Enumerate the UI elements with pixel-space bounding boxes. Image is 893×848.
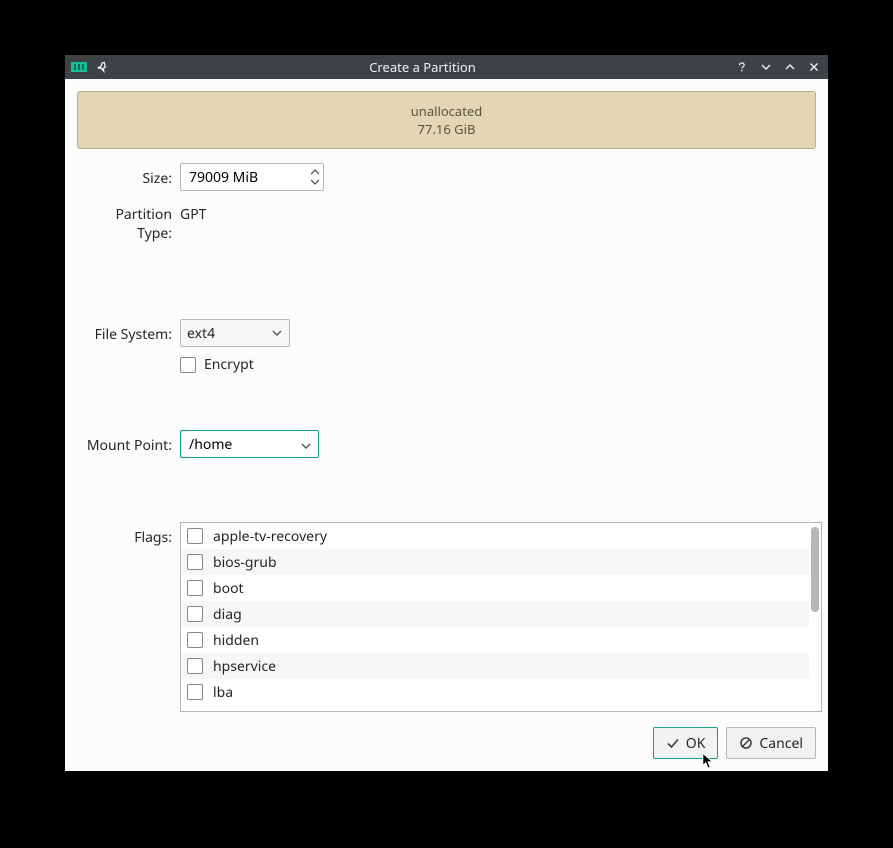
size-step-up[interactable] <box>309 167 321 177</box>
check-icon <box>666 736 680 750</box>
help-icon[interactable] <box>734 59 750 75</box>
dialog-footer: OK Cancel <box>653 727 816 759</box>
pin-icon[interactable] <box>95 59 111 75</box>
chevron-down-icon <box>271 327 283 339</box>
encrypt-checkbox[interactable] <box>180 357 196 373</box>
flag-checkbox[interactable] <box>187 528 203 544</box>
flag-item[interactable]: lba <box>181 679 809 705</box>
maximize-icon[interactable] <box>782 59 798 75</box>
cancel-icon <box>739 736 753 750</box>
create-partition-dialog: Create a Partition <box>65 55 828 771</box>
size-label: Size: <box>77 163 172 188</box>
flags-scrollbar[interactable] <box>811 527 819 612</box>
flag-label: lba <box>213 683 233 702</box>
encrypt-row: Encrypt <box>180 355 822 374</box>
flag-checkbox[interactable] <box>187 632 203 648</box>
flag-label: apple-tv-recovery <box>213 527 327 546</box>
flag-checkbox[interactable] <box>187 580 203 596</box>
flag-label: bios-grub <box>213 553 277 572</box>
flags-list: apple-tv-recovery bios-grub boot di <box>181 523 809 711</box>
flag-checkbox[interactable] <box>187 606 203 622</box>
size-spinbox[interactable] <box>180 163 324 191</box>
flag-item[interactable]: apple-tv-recovery <box>181 523 809 549</box>
minimize-icon[interactable] <box>758 59 774 75</box>
flags-label: Flags: <box>77 522 172 547</box>
partition-type-label: Partition Type: <box>77 199 172 243</box>
flags-listbox: apple-tv-recovery bios-grub boot di <box>180 522 822 712</box>
cancel-button[interactable]: Cancel <box>726 727 816 759</box>
window-title: Create a Partition <box>111 58 734 76</box>
cancel-button-label: Cancel <box>759 734 803 753</box>
partition-bar-size: 77.16 GiB <box>418 120 476 138</box>
size-spinner <box>309 167 321 187</box>
flag-item[interactable]: bios-grub <box>181 549 809 575</box>
flag-label: diag <box>213 605 242 624</box>
filesystem-value: ext4 <box>187 324 271 343</box>
flag-label: hidden <box>213 631 259 650</box>
dialog-body: unallocated 77.16 GiB Size: <box>65 79 828 724</box>
partition-bar-label: unallocated <box>411 102 483 120</box>
filesystem-label: File System: <box>77 319 172 344</box>
close-icon[interactable] <box>806 59 822 75</box>
partition-bar: unallocated 77.16 GiB <box>77 91 816 149</box>
mount-point-label: Mount Point: <box>77 430 172 455</box>
flag-item[interactable]: diag <box>181 601 809 627</box>
flag-item[interactable]: boot <box>181 575 809 601</box>
flag-label: boot <box>213 579 244 598</box>
size-input[interactable] <box>187 167 281 188</box>
flag-item[interactable]: hpservice <box>181 653 809 679</box>
chevron-down-icon[interactable] <box>301 435 312 454</box>
flag-label: hpservice <box>213 657 276 676</box>
partition-form: Size: Partition Type: GPT <box>77 163 816 712</box>
app-icon <box>71 59 87 75</box>
mount-point-input[interactable] <box>187 434 301 455</box>
size-step-down[interactable] <box>309 177 321 187</box>
flag-checkbox[interactable] <box>187 684 203 700</box>
encrypt-label: Encrypt <box>204 355 254 374</box>
window-controls <box>734 59 822 75</box>
partition-type-value: GPT <box>180 199 822 224</box>
flag-item[interactable]: hidden <box>181 627 809 653</box>
ok-button-label: OK <box>686 734 706 753</box>
ok-button[interactable]: OK <box>653 727 719 759</box>
filesystem-select[interactable]: ext4 <box>180 319 290 347</box>
flag-checkbox[interactable] <box>187 554 203 570</box>
mount-point-combo[interactable] <box>180 430 319 458</box>
titlebar: Create a Partition <box>65 55 828 79</box>
flag-checkbox[interactable] <box>187 658 203 674</box>
